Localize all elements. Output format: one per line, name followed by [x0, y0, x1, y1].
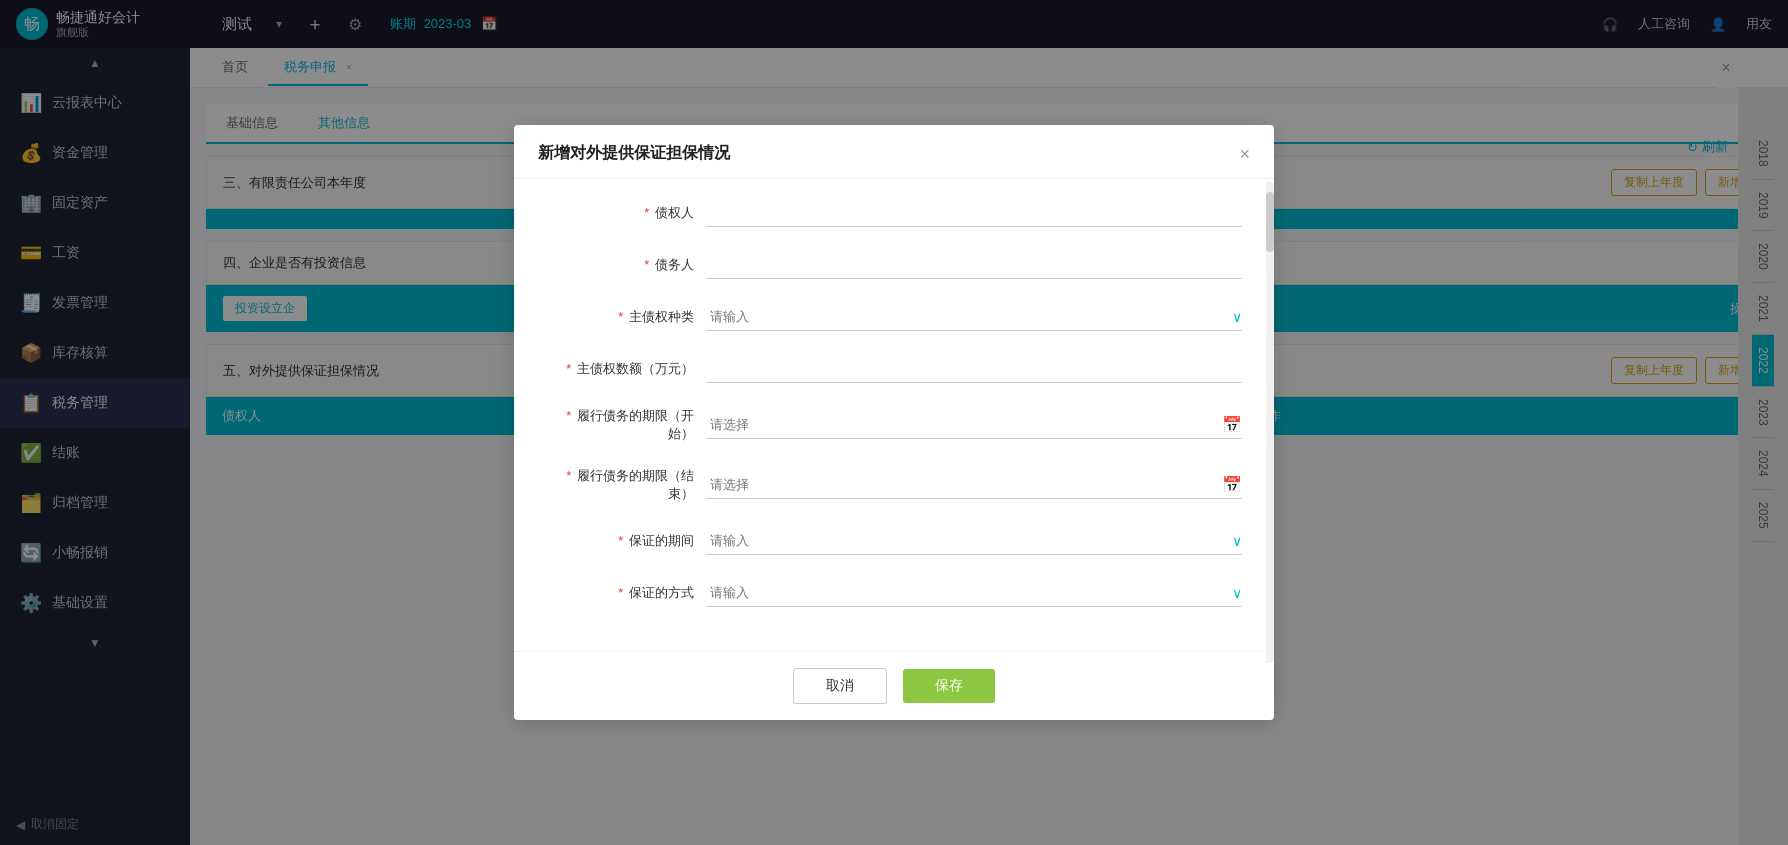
- field-period-end-row: * 履行债务的期限（结束） 📅: [546, 467, 1242, 503]
- guarantee-method-dropdown-icon[interactable]: ∨: [1232, 585, 1242, 601]
- field-guarantee-method-row: * 保证的方式 ∨: [546, 579, 1242, 607]
- field-period-end-label: * 履行债务的期限（结束）: [546, 467, 706, 503]
- modal-overlay: 新增对外提供保证担保情况 × * 债权人 * 债务人: [0, 0, 1788, 845]
- claim-type-dropdown-icon[interactable]: ∨: [1232, 309, 1242, 325]
- field-debtor-row: * 债务人: [546, 251, 1242, 279]
- field-period-end-input[interactable]: [706, 471, 1222, 498]
- field-period-end-date-wrap: 📅: [706, 471, 1242, 499]
- field-claim-type-input[interactable]: [706, 303, 1232, 330]
- guarantee-period-dropdown-icon[interactable]: ∨: [1232, 533, 1242, 549]
- field-debtor-label: * 债务人: [546, 256, 706, 274]
- modal-scrollbar[interactable]: [1266, 182, 1274, 663]
- modal-dialog: 新增对外提供保证担保情况 × * 债权人 * 债务人: [514, 125, 1274, 720]
- cancel-button[interactable]: 取消: [793, 668, 887, 704]
- field-period-start-label: * 履行债务的期限（开始）: [546, 407, 706, 443]
- modal-close-button[interactable]: ×: [1239, 145, 1250, 163]
- field-period-start-date-wrap: 📅: [706, 411, 1242, 439]
- field-debtor-input[interactable]: [706, 251, 1242, 279]
- period-end-calendar-icon[interactable]: 📅: [1222, 475, 1242, 494]
- modal-scroll-thumb: [1266, 192, 1274, 252]
- field-guarantee-method-select-wrap: ∨: [706, 579, 1242, 607]
- field-creditor-row: * 债权人: [546, 199, 1242, 227]
- field-guarantee-period-row: * 保证的期间 ∨: [546, 527, 1242, 555]
- field-claim-type-select-wrap: ∨: [706, 303, 1242, 331]
- field-claim-amount-input[interactable]: [706, 355, 1242, 383]
- field-creditor-input[interactable]: [706, 199, 1242, 227]
- modal-header: 新增对外提供保证担保情况 ×: [514, 125, 1274, 179]
- period-start-calendar-icon[interactable]: 📅: [1222, 415, 1242, 434]
- field-claim-amount-row: * 主债权数额（万元）: [546, 355, 1242, 383]
- save-button[interactable]: 保存: [903, 669, 995, 703]
- field-claim-type-row: * 主债权种类 ∨: [546, 303, 1242, 331]
- modal-body: * 债权人 * 债务人 * 主债权种类: [514, 179, 1274, 651]
- field-period-start-row: * 履行债务的期限（开始） 📅: [546, 407, 1242, 443]
- field-period-start-input[interactable]: [706, 411, 1222, 438]
- modal-title: 新增对外提供保证担保情况: [538, 143, 730, 164]
- field-creditor-label: * 债权人: [546, 204, 706, 222]
- field-guarantee-period-label: * 保证的期间: [546, 532, 706, 550]
- field-claim-type-label: * 主债权种类: [546, 308, 706, 326]
- field-guarantee-period-input[interactable]: [706, 527, 1232, 554]
- modal-footer: 取消 保存: [514, 651, 1274, 720]
- field-claim-amount-label: * 主债权数额（万元）: [546, 360, 706, 378]
- field-guarantee-method-label: * 保证的方式: [546, 584, 706, 602]
- field-guarantee-period-select-wrap: ∨: [706, 527, 1242, 555]
- field-guarantee-method-input[interactable]: [706, 579, 1232, 606]
